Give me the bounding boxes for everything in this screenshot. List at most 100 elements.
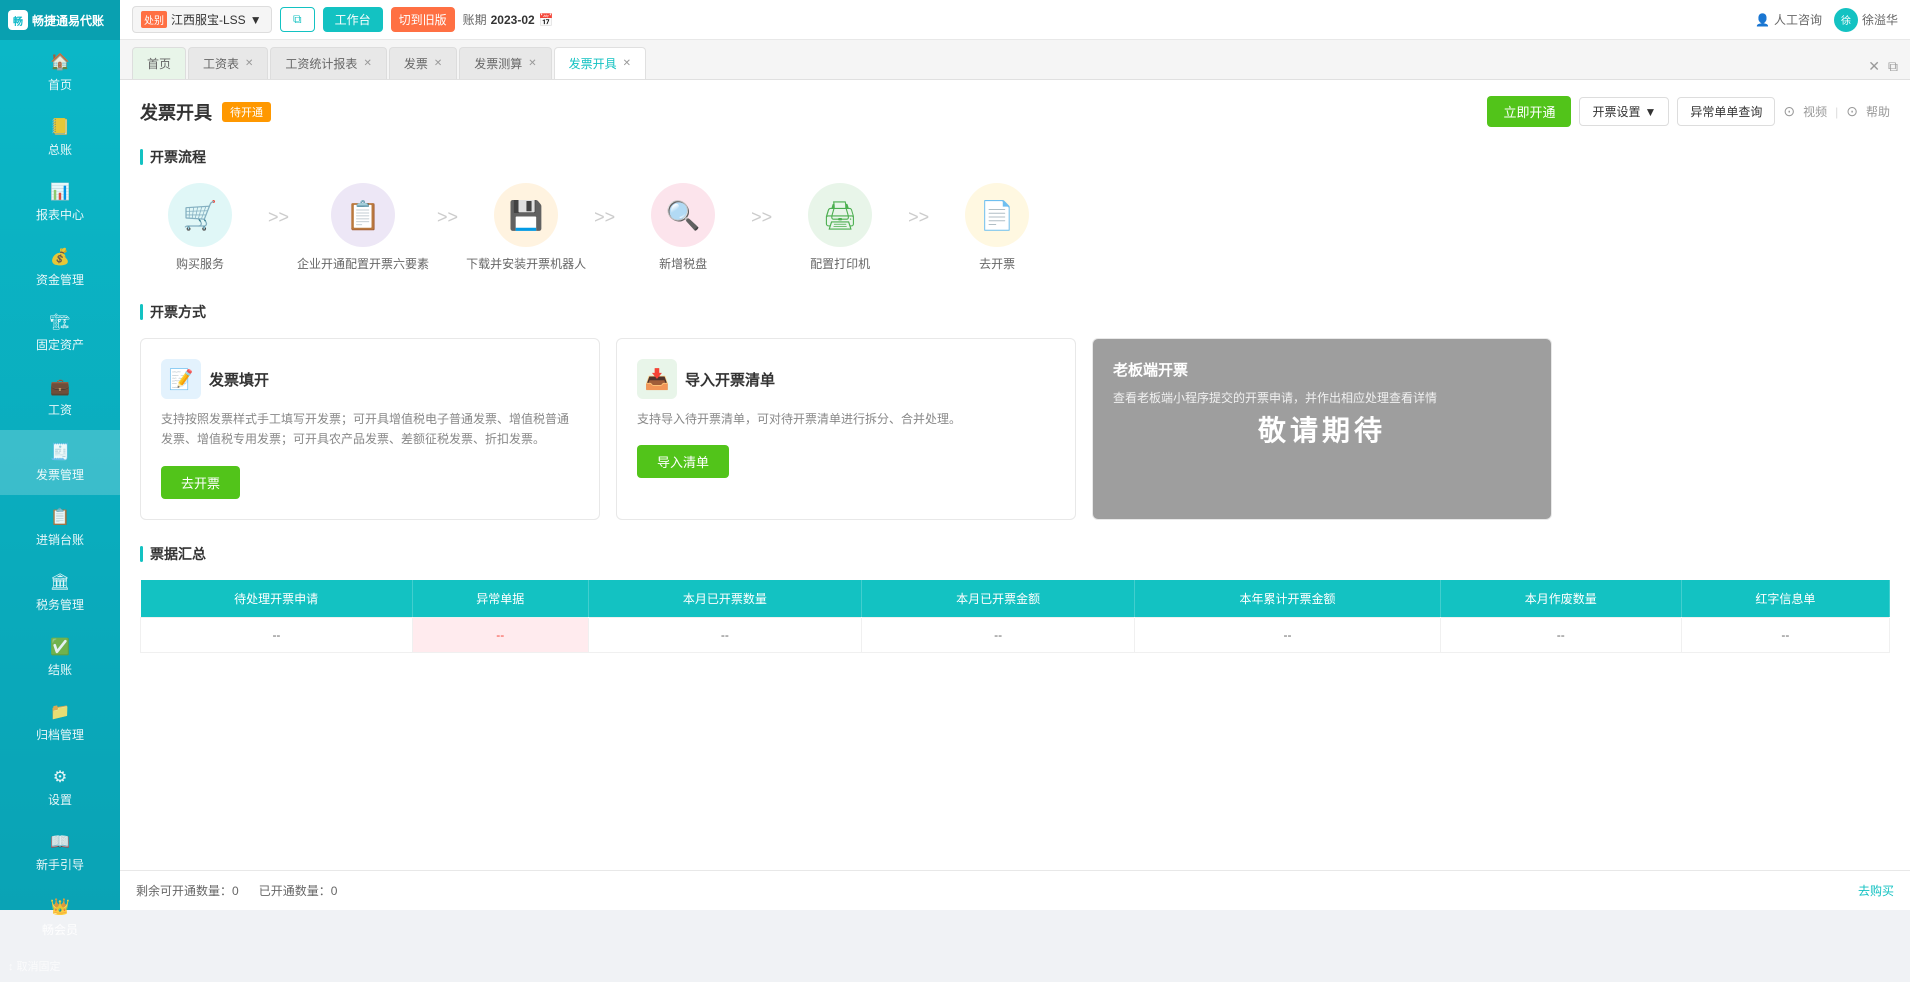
tax-icon: 🏛 xyxy=(50,572,70,592)
tax-disk-icon: 🔍 xyxy=(651,183,715,247)
tab-invoice-list[interactable]: 发票 ✕ xyxy=(389,47,457,79)
th-year-amount: 本年累计开票金额 xyxy=(1135,580,1441,618)
summary-table: 待处理开票申请 异常单据 本月已开票数量 本月已开票金额 本年累计开票金额 本月… xyxy=(140,580,1890,653)
home-icon: 🏠 xyxy=(50,52,70,72)
close-all-icon[interactable]: ✕ xyxy=(1868,58,1880,75)
th-abnormal: 异常单据 xyxy=(412,580,588,618)
close-icon[interactable]: ✕ xyxy=(363,58,371,69)
dropdown-icon: ▼ xyxy=(250,13,262,27)
top-bar: 处别 江西服宝-LSS ▼ ⧉ 工作台 切到旧版 账期 2023-02 📅 👤 … xyxy=(120,0,1910,40)
pipe-divider: | xyxy=(1835,105,1838,119)
consult-icon: 👤 xyxy=(1755,13,1770,27)
user-name: 徐溢华 xyxy=(1862,11,1898,28)
workspace-button[interactable]: 工作台 xyxy=(323,7,383,32)
tab-payroll-stats-label: 工资统计报表 xyxy=(285,55,357,72)
sidebar-item-reports[interactable]: 📊 报表中心 xyxy=(0,170,120,235)
tab-invoice-calc[interactable]: 发票测算 ✕ xyxy=(459,47,551,79)
flow-step-printer[interactable]: 🖨 配置打印机 xyxy=(780,183,900,272)
sidebar-item-payroll[interactable]: 💼 工资 xyxy=(0,365,120,430)
copy-button[interactable]: ⧉ xyxy=(280,7,315,32)
sidebar-item-archive[interactable]: 📁 归档管理 xyxy=(0,690,120,755)
sidebar-item-label: 总账 xyxy=(48,141,72,158)
tab-payroll-stats[interactable]: 工资统计报表 ✕ xyxy=(270,47,386,79)
sidebar-item-label: 工资 xyxy=(48,401,72,418)
settings-icon: ⚙ xyxy=(53,767,67,787)
arrow-5: >> xyxy=(908,207,929,248)
manual-card-title: 📝 发票填开 xyxy=(161,359,579,399)
close-icon[interactable]: ✕ xyxy=(434,58,442,69)
sidebar-item-settings[interactable]: ⚙ 设置 xyxy=(0,755,120,820)
sidebar-item-tax[interactable]: 🏛 税务管理 xyxy=(0,560,120,625)
sidebar-item-funds[interactable]: 💰 资金管理 xyxy=(0,235,120,300)
flow-step-download[interactable]: 💾 下载并安装开票机器人 xyxy=(466,183,586,272)
sidebar-item-fixed-assets[interactable]: 🏗 固定资产 xyxy=(0,300,120,365)
open-settings-button[interactable]: 开票设置 ▼ xyxy=(1579,97,1669,126)
sidebar-item-home[interactable]: 🏠 首页 xyxy=(0,40,120,105)
download-icon: 💾 xyxy=(494,183,558,247)
remaining-label: 剩余可开通数量：0 xyxy=(136,882,239,899)
help-icon: ⊙ xyxy=(1783,103,1795,120)
buy-link[interactable]: 去购买 xyxy=(1858,882,1894,899)
sidebar-item-general-ledger[interactable]: 📒 总账 xyxy=(0,105,120,170)
period-label: 账期 xyxy=(463,11,487,28)
tab-invoice-tool[interactable]: 发票开具 ✕ xyxy=(554,47,646,79)
assets-icon: 🏗 xyxy=(50,312,70,332)
invoice-action-label: 去开票 xyxy=(979,255,1015,272)
immediate-open-button[interactable]: 立即开通 xyxy=(1487,96,1571,127)
logo-icon: 畅 xyxy=(8,10,28,30)
sidebar-item-label: 进销台账 xyxy=(36,531,84,548)
funds-icon: 💰 xyxy=(50,247,70,267)
close-icon[interactable]: ✕ xyxy=(245,58,253,69)
flow-section-title: 开票流程 xyxy=(140,147,1890,167)
flow-step-config[interactable]: 📋 企业开通配置开票六要素 xyxy=(297,183,429,272)
tab-home-label: 首页 xyxy=(147,55,171,72)
buy-service-label: 购买服务 xyxy=(176,255,224,272)
sidebar-item-beginner[interactable]: 📖 新手引导 xyxy=(0,820,120,885)
manual-action-button[interactable]: 去开票 xyxy=(161,466,240,499)
sidebar-item-member[interactable]: 👑 畅会员 xyxy=(0,885,120,950)
unpin-label: ↕ 取消固定 xyxy=(8,958,61,974)
tab-payroll-table[interactable]: 工资表 ✕ xyxy=(188,47,268,79)
sidebar-item-invoice[interactable]: 🧾 发票管理 xyxy=(0,430,120,495)
import-desc: 支持导入待开票清单，可对待开票清单进行拆分、合并处理。 xyxy=(637,409,1055,429)
company-selector[interactable]: 处别 江西服宝-LSS ▼ xyxy=(132,6,272,33)
printer-icon: 🖨 xyxy=(808,183,872,247)
open-settings-label: 开票设置 xyxy=(1592,103,1640,120)
consult-info[interactable]: 👤 人工咨询 xyxy=(1755,11,1822,28)
flow-step-buy[interactable]: 🛒 购买服务 xyxy=(140,183,260,272)
arrow-2: >> xyxy=(437,207,458,248)
arrow-3: >> xyxy=(594,207,615,248)
flow-step-tax-disk[interactable]: 🔍 新增税盘 xyxy=(623,183,743,272)
abnormal-query-button[interactable]: 异常单单查询 xyxy=(1677,97,1775,126)
flow-step-invoice-action[interactable]: 📄 去开票 xyxy=(937,183,1057,272)
sidebar-item-label: 结账 xyxy=(48,661,72,678)
page-title: 发票开具 xyxy=(140,99,212,125)
page-actions: 立即开通 开票设置 ▼ 异常单单查询 ⊙ 视频 | ⊙ 帮助 xyxy=(1487,96,1890,127)
close-icon[interactable]: ✕ xyxy=(623,58,631,69)
printer-label: 配置打印机 xyxy=(810,255,870,272)
close-icon[interactable]: ✕ xyxy=(528,58,536,69)
method-card-manual: 📝 发票填开 支持按照发票样式手工填写开发票；可开具增值税电子普通发票、增值税普… xyxy=(140,338,600,520)
archive-icon: 📁 xyxy=(50,702,70,722)
import-action-button[interactable]: 导入清单 xyxy=(637,445,729,478)
video-help-label[interactable]: 视频 xyxy=(1803,103,1827,120)
restore-icon[interactable]: ⧉ xyxy=(1888,58,1898,75)
summary-section: 票据汇总 待处理开票申请 异常单据 本月已开票数量 本月已开票金额 本年累计开票… xyxy=(140,544,1890,653)
sidebar-item-label: 资金管理 xyxy=(36,271,84,288)
consult-label: 人工咨询 xyxy=(1774,11,1822,28)
sidebar-item-purchase-sales[interactable]: 📋 进销台账 xyxy=(0,495,120,560)
manual-desc: 支持按照发票样式手工填写开发票；可开具增值税电子普通发票、增值税普通发票、增值税… xyxy=(161,409,579,450)
tab-home[interactable]: 首页 xyxy=(132,47,186,79)
tab-bar-actions: ✕ ⧉ xyxy=(1868,58,1898,79)
tab-invoice-tool-label: 发票开具 xyxy=(569,55,617,72)
sidebar-item-settlement[interactable]: ✅ 结账 xyxy=(0,625,120,690)
download-label: 下载并安装开票机器人 xyxy=(466,255,586,272)
sidebar-bottom-action[interactable]: ↕ 取消固定 xyxy=(0,950,120,982)
help-label[interactable]: 帮助 xyxy=(1866,103,1890,120)
sidebar-item-label: 设置 xyxy=(48,791,72,808)
sidebar-item-label: 畅会员 xyxy=(42,921,78,938)
beginner-icon: 📖 xyxy=(50,832,70,852)
switch-version-button[interactable]: 切到旧版 xyxy=(391,7,455,32)
sidebar-logo: 畅 畅捷通易代账 xyxy=(0,0,120,40)
sidebar-item-label: 首页 xyxy=(48,76,72,93)
